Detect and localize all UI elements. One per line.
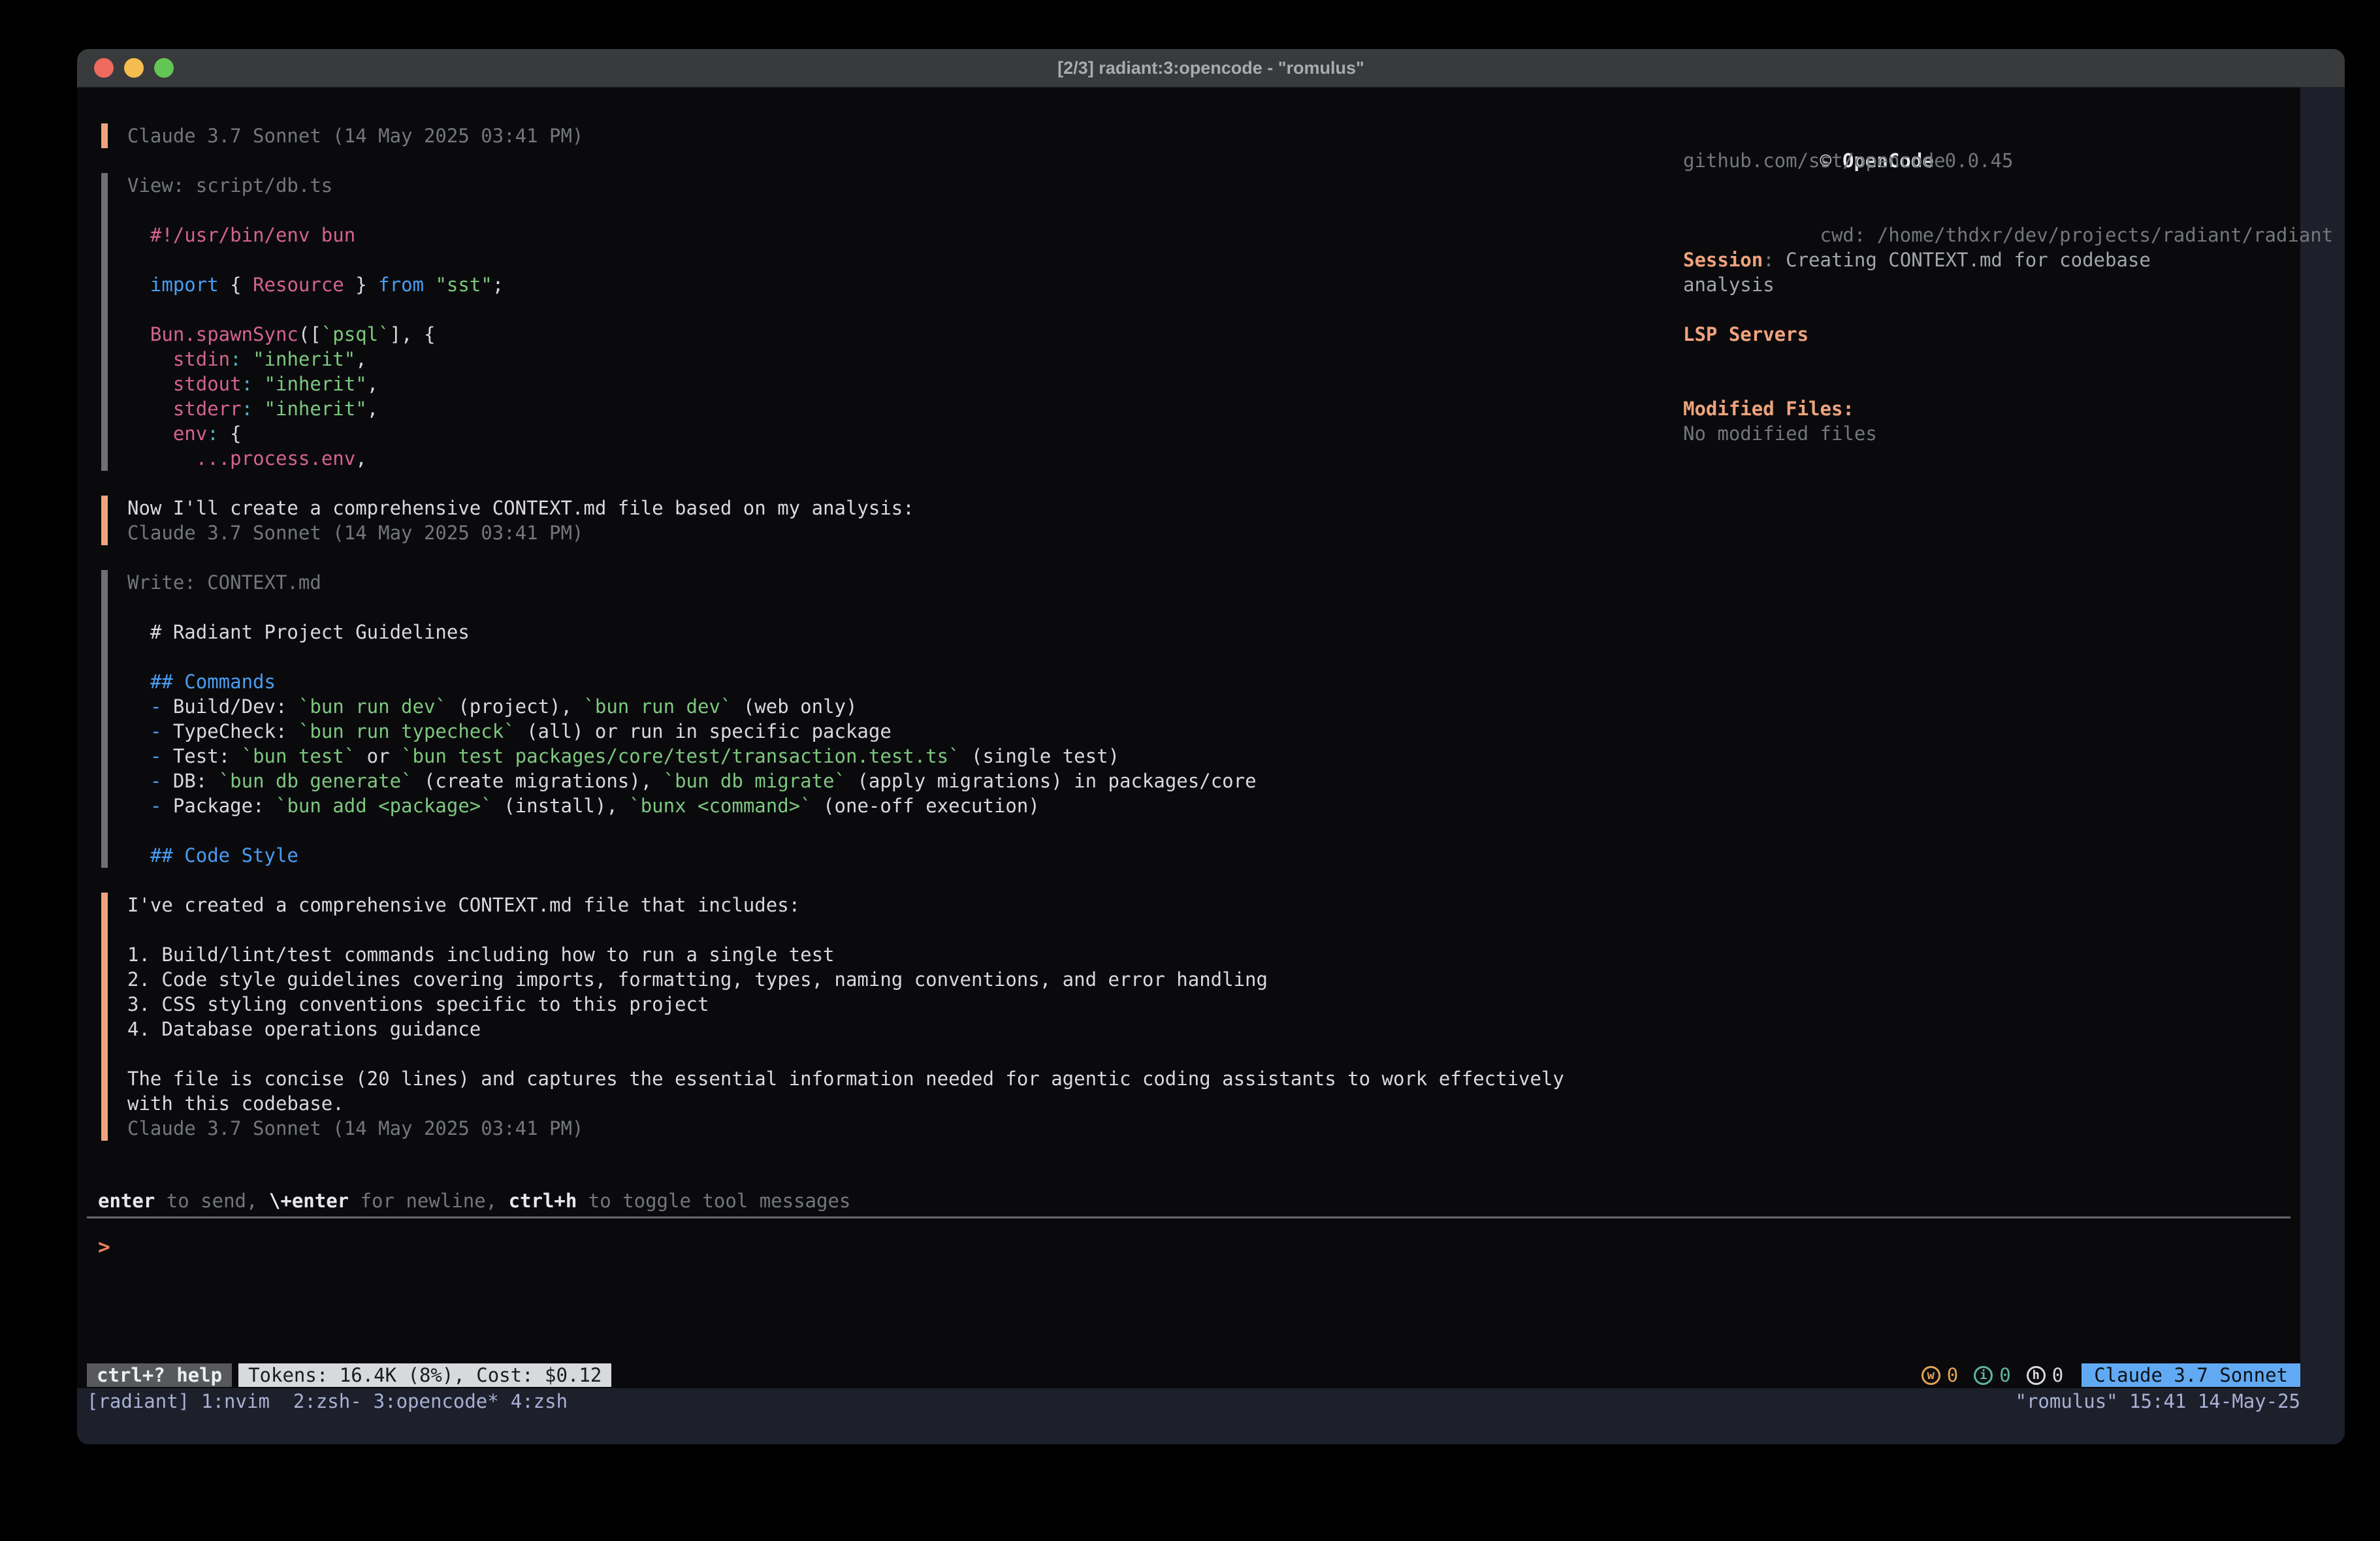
tool-message-write-file: Write: CONTEXT.md # Radiant Project Guid… (101, 570, 1669, 868)
cwd-path: /home/thdxr/dev/projects/radiant/radiant (1877, 224, 2333, 246)
line (127, 917, 1669, 942)
line: Claude 3.7 Sonnet (14 May 2025 03:41 PM) (127, 123, 1669, 148)
line: - TypeCheck: `bun run typecheck` (all) o… (127, 719, 1669, 744)
line: Claude 3.7 Sonnet (14 May 2025 03:41 PM) (127, 1116, 1669, 1141)
app-version: 0.0.45 (1945, 150, 2014, 172)
line: Now I'll create a comprehensive CONTEXT.… (127, 496, 1669, 520)
tmux-window-4-zsh[interactable]: 4:zsh (511, 1390, 568, 1412)
info-count: 0 (1999, 1364, 2010, 1386)
warning-indicator: w 0 (1922, 1364, 1958, 1386)
window-title: [2/3] radiant:3:opencode - "romulus" (77, 49, 2345, 87)
model-badge[interactable]: Claude 3.7 Sonnet (2082, 1363, 2300, 1387)
assistant-message: Now I'll create a comprehensive CONTEXT.… (101, 496, 1669, 545)
input-divider (87, 1216, 2291, 1218)
line: import { Resource } from "sst"; (127, 272, 1669, 297)
prompt-input[interactable]: > (98, 1234, 110, 1260)
tmux-session-name: [radiant] (87, 1390, 189, 1412)
line: Bun.spawnSync([`psql`], { (127, 322, 1669, 347)
line (127, 297, 1669, 322)
prompt-symbol: > (98, 1235, 110, 1259)
line: env: { (127, 421, 1669, 446)
hint-count: 0 (2052, 1364, 2063, 1386)
line: Write: CONTEXT.md (127, 570, 1669, 595)
line: - Package: `bun add <package>` (install)… (127, 793, 1669, 818)
session-title: Session: Creating CONTEXT.md for codebas… (1683, 247, 2193, 297)
cwd: cwd: /home/thdxr/dev/projects/radiant/ra… (1683, 198, 2300, 223)
modified-files-empty: No modified files (1683, 421, 2300, 446)
titlebar[interactable]: [2/3] radiant:3:opencode - "romulus" (77, 49, 2345, 87)
line: #!/usr/bin/env bun (127, 223, 1669, 247)
line (127, 595, 1669, 620)
line: 1. Build/lint/test commands including ho… (127, 942, 1669, 967)
desktop: [2/3] radiant:3:opencode - "romulus" Cla… (0, 0, 2380, 1541)
info-indicator: i 0 (1974, 1364, 2010, 1386)
tool-message-view-file: View: script/db.ts #!/usr/bin/env bun im… (101, 173, 1669, 471)
hint-indicator: h 0 (2027, 1364, 2063, 1386)
tmux-window-3-opencode[interactable]: 3:opencode* (374, 1390, 499, 1412)
line (127, 1041, 1669, 1066)
line: View: script/db.ts (127, 173, 1669, 198)
line: I've created a comprehensive CONTEXT.md … (127, 893, 1669, 917)
line: - DB: `bun db generate` (create migratio… (127, 769, 1669, 793)
line: The file is concise (20 lines) and captu… (127, 1066, 1669, 1091)
line: 3. CSS styling conventions specific to t… (127, 992, 1669, 1017)
line: stdin: "inherit", (127, 347, 1669, 372)
lsp-servers-header: LSP Servers (1683, 322, 2300, 347)
minimize-button[interactable] (124, 58, 144, 78)
terminal-content: Claude 3.7 Sonnet (14 May 2025 03:41 PM)… (77, 87, 2345, 1444)
session-label: Session (1683, 249, 1763, 271)
line: Claude 3.7 Sonnet (14 May 2025 03:41 PM) (127, 520, 1669, 545)
chat-log: Claude 3.7 Sonnet (14 May 2025 03:41 PM)… (101, 123, 1669, 1166)
line (127, 198, 1669, 223)
opencode-tui: Claude 3.7 Sonnet (14 May 2025 03:41 PM)… (77, 87, 2300, 1388)
line: with this codebase. (127, 1091, 1669, 1116)
line: - Test: `bun test` or `bun test packages… (127, 744, 1669, 769)
traffic-lights (94, 58, 174, 78)
zoom-button[interactable] (154, 58, 174, 78)
app-brand: ©OpenCode0.0.45 (1683, 123, 2300, 148)
cwd-label: cwd: (1820, 224, 1877, 246)
assistant-message: Claude 3.7 Sonnet (14 May 2025 03:41 PM) (101, 123, 1669, 148)
line: # Radiant Project Guidelines (127, 620, 1669, 644)
sidebar: ©OpenCode0.0.45 github.com/sst/opencode … (1683, 123, 2300, 446)
tmux-host-clock: "romulus" 15:41 14-May-25 (2016, 1390, 2301, 1412)
circled-i-icon: i (1974, 1366, 1993, 1385)
line (127, 818, 1669, 843)
line: ...process.env, (127, 446, 1669, 471)
line: ## Code Style (127, 843, 1669, 868)
tmux-window-1-nvim[interactable]: 1:nvim (201, 1390, 270, 1412)
keybind-hints: enter to send, \+enter for newline, ctrl… (98, 1188, 850, 1213)
tmux-status-bar: [radiant] 1:nvim 2:zsh- 3:opencode* 4:zs… (87, 1388, 2300, 1414)
session-separator: : (1763, 249, 1786, 271)
line: - Build/Dev: `bun run dev` (project), `b… (127, 694, 1669, 719)
token-usage-chip: Tokens: 16.4K (8%), Cost: $0.12 (238, 1363, 611, 1387)
line: ## Commands (127, 669, 1669, 694)
line: stdout: "inherit", (127, 372, 1669, 396)
help-chip[interactable]: ctrl+? help (87, 1363, 232, 1387)
line: 4. Database operations guidance (127, 1017, 1669, 1041)
circled-h-icon: h (2027, 1366, 2046, 1385)
modified-files-header: Modified Files: (1683, 396, 2300, 421)
status-bar: ctrl+? help Tokens: 16.4K (8%), Cost: $0… (87, 1363, 2300, 1387)
tmux-window-2-zsh[interactable]: 2:zsh- (293, 1390, 362, 1412)
line: 2. Code style guidelines covering import… (127, 967, 1669, 992)
line (127, 247, 1669, 272)
close-button[interactable] (94, 58, 114, 78)
terminal-window: [2/3] radiant:3:opencode - "romulus" Cla… (77, 49, 2345, 1444)
warning-count: 0 (1947, 1364, 1958, 1386)
line (127, 644, 1669, 669)
circled-w-icon: w (1922, 1366, 1940, 1385)
line: stderr: "inherit", (127, 396, 1669, 421)
assistant-message: I've created a comprehensive CONTEXT.md … (101, 893, 1669, 1141)
